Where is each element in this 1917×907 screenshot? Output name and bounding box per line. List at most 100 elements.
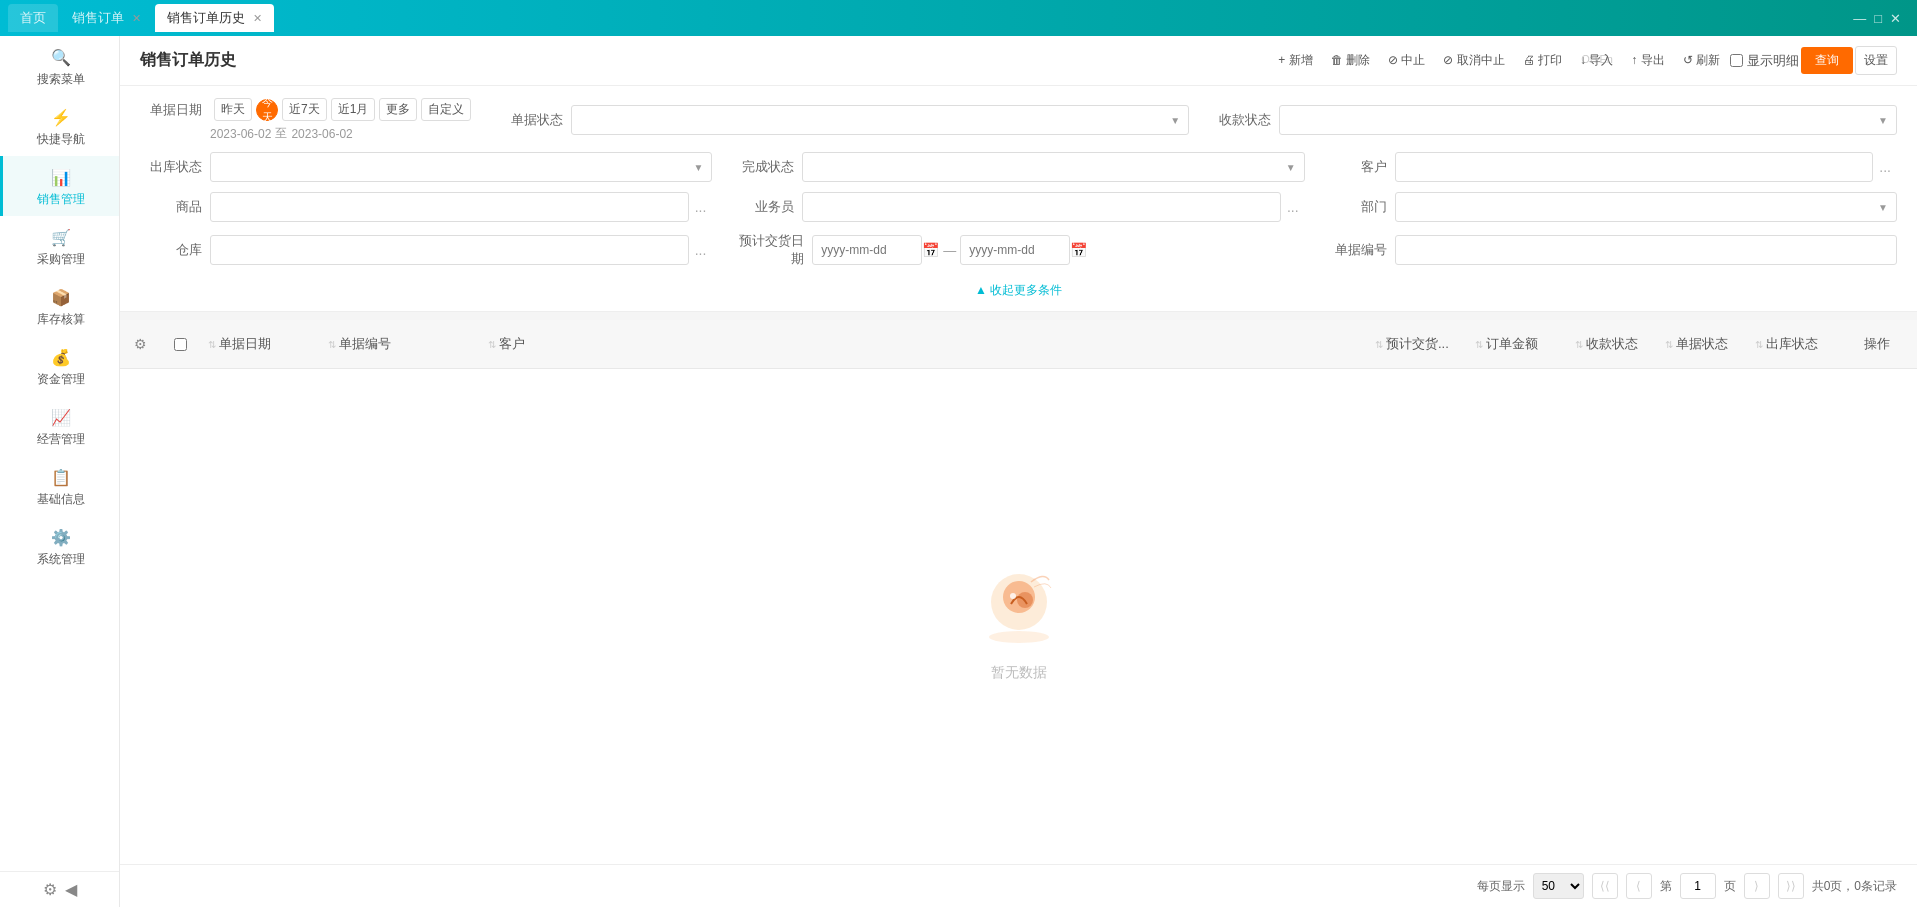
- table-settings-icon[interactable]: ⚙: [128, 328, 152, 360]
- tab-sales-order-close[interactable]: ✕: [132, 12, 141, 25]
- salesperson-dots-btn[interactable]: ...: [1281, 199, 1305, 215]
- warehouse-dots-btn[interactable]: ...: [689, 242, 713, 258]
- product-dots-btn[interactable]: ...: [689, 199, 713, 215]
- show-detail-label: 显示明细: [1747, 52, 1799, 70]
- import-button[interactable]: ↓ 导入: [1572, 47, 1621, 74]
- inventory-icon: 📦: [51, 288, 71, 307]
- tab-sales-order-history-close[interactable]: ✕: [253, 12, 262, 25]
- order-no-input[interactable]: [1395, 235, 1897, 265]
- delivery-date-to[interactable]: [960, 235, 1070, 265]
- payment-status-select[interactable]: ▼: [1279, 105, 1897, 135]
- page-number-input[interactable]: [1680, 873, 1716, 899]
- th-order-no: ⇅ 单据编号: [320, 335, 480, 353]
- department-select[interactable]: ▼: [1395, 192, 1897, 222]
- th-date: ⇅ 单据日期: [200, 335, 320, 353]
- delivery-date-from-calendar-icon[interactable]: 📅: [922, 242, 939, 258]
- sort-orderstatus-icon[interactable]: ⇅: [1665, 339, 1673, 350]
- minimize-btn[interactable]: —: [1853, 11, 1866, 26]
- collapse-btn[interactable]: ▲ 收起更多条件: [975, 282, 1062, 299]
- sidebar-item-finance[interactable]: 💰 资金管理: [0, 336, 119, 396]
- sidebar-item-quick-nav[interactable]: ⚡ 快捷导航: [0, 96, 119, 156]
- sort-date-icon[interactable]: ⇅: [208, 339, 216, 350]
- payment-status-arrow-icon: ▼: [1878, 115, 1888, 126]
- complete-status-select[interactable]: ▼: [802, 152, 1304, 182]
- warehouse-input[interactable]: [210, 235, 689, 265]
- warehouse-status-select[interactable]: ▼: [210, 152, 712, 182]
- export-button[interactable]: ↑ 导出: [1623, 47, 1672, 74]
- date-quick-btns: 昨天 今天 近7天 近1月 更多 自定义: [214, 98, 471, 121]
- maximize-btn[interactable]: □: [1874, 11, 1882, 26]
- th-payment: ⇅ 收款状态: [1567, 335, 1657, 353]
- refresh-button[interactable]: ↺ 刷新: [1675, 47, 1728, 74]
- delivery-date-from[interactable]: [812, 235, 922, 265]
- sidebar-item-sales[interactable]: 📊 销售管理: [0, 156, 119, 216]
- department-label: 部门: [1325, 198, 1395, 216]
- close-btn[interactable]: ✕: [1890, 11, 1901, 26]
- table-area: ⚙ ⇅ 单据日期 ⇅ 单据编号 ⇅ 客户 ⇅: [120, 320, 1917, 864]
- sort-warehousestatus-icon[interactable]: ⇅: [1755, 339, 1763, 350]
- sidebar-item-base[interactable]: 📋 基础信息: [0, 456, 119, 516]
- date-filter-group: 单据日期 昨天 今天 近7天 近1月 更多 自定义 2023-06-02 至: [140, 98, 471, 142]
- th-settings[interactable]: ⚙: [120, 328, 160, 360]
- yesterday-btn[interactable]: 昨天: [214, 98, 252, 121]
- sidebar-item-base-label: 基础信息: [37, 491, 85, 508]
- tab-sales-order-history[interactable]: 销售订单历史 ✕: [155, 4, 274, 32]
- sort-amount-icon[interactable]: ⇅: [1475, 339, 1483, 350]
- today-btn[interactable]: 今天: [256, 99, 278, 121]
- customer-label: 客户: [1325, 158, 1395, 176]
- sidebar-collapse-btn[interactable]: ◀: [65, 880, 77, 899]
- sort-payment-icon[interactable]: ⇅: [1575, 339, 1583, 350]
- customer-dots-btn[interactable]: ...: [1873, 159, 1897, 175]
- department-arrow-icon: ▼: [1878, 202, 1888, 213]
- sidebar-item-inventory[interactable]: 📦 库存核算: [0, 276, 119, 336]
- query-button[interactable]: 查询: [1801, 47, 1853, 74]
- sidebar-item-operations-label: 经营管理: [37, 431, 85, 448]
- delete-button[interactable]: 🗑 删除: [1323, 47, 1378, 74]
- 7days-btn[interactable]: 近7天: [282, 98, 327, 121]
- sidebar-item-system[interactable]: ⚙️ 系统管理: [0, 516, 119, 576]
- stop-button[interactable]: ⊘ 中止: [1380, 47, 1433, 74]
- more-btn[interactable]: 更多: [379, 98, 417, 121]
- sort-customer-icon[interactable]: ⇅: [488, 339, 496, 350]
- empty-state: 暂无数据: [120, 369, 1917, 864]
- th-checkbox[interactable]: [160, 338, 200, 351]
- 1month-btn[interactable]: 近1月: [331, 98, 376, 121]
- first-page-btn[interactable]: ⟨⟨: [1592, 873, 1618, 899]
- delivery-date-group: 预计交货日期 📅 — 📅: [732, 232, 1304, 268]
- page-size-select[interactable]: 50 10 20 100: [1533, 873, 1584, 899]
- cancel-stop-button[interactable]: ⊘ 取消中止: [1435, 47, 1512, 74]
- pagination-bar: 每页显示 50 10 20 100 ⟨⟨ ⟨ 第 页 ⟩ ⟩⟩ 共0页，0条记录: [120, 864, 1917, 907]
- product-input[interactable]: [210, 192, 689, 222]
- custom-btn[interactable]: 自定义: [421, 98, 471, 121]
- customer-input[interactable]: [1395, 152, 1874, 182]
- select-all-checkbox[interactable]: [174, 338, 187, 351]
- sidebar-item-sales-label: 销售管理: [37, 191, 85, 208]
- th-order-status-label: 单据状态: [1676, 335, 1728, 353]
- tab-home[interactable]: 首页: [8, 4, 58, 32]
- tab-home-label: 首页: [20, 9, 46, 27]
- show-detail-checkbox-label[interactable]: 显示明细: [1730, 52, 1799, 70]
- finance-icon: 💰: [51, 348, 71, 367]
- salesperson-input[interactable]: [802, 192, 1281, 222]
- next-page-btn[interactable]: ⟩: [1744, 873, 1770, 899]
- new-button[interactable]: + 新增: [1270, 47, 1320, 74]
- sort-delivery-icon[interactable]: ⇅: [1375, 339, 1383, 350]
- show-detail-checkbox[interactable]: [1730, 54, 1743, 67]
- order-status-select[interactable]: ▼: [571, 105, 1189, 135]
- sidebar-item-search[interactable]: 🔍 搜索菜单: [0, 36, 119, 96]
- print-button[interactable]: 🖨 打印: [1515, 47, 1570, 74]
- sidebar-item-purchase[interactable]: 🛒 采购管理: [0, 216, 119, 276]
- sidebar-settings-btn[interactable]: ⚙: [43, 880, 57, 899]
- th-delivery: ⇅ 预计交货...: [1367, 335, 1467, 353]
- settings-button[interactable]: 设置: [1855, 46, 1897, 75]
- date-range-dash: 至: [275, 125, 287, 142]
- sort-orderno-icon[interactable]: ⇅: [328, 339, 336, 350]
- tab-sales-order[interactable]: 销售订单 ✕: [60, 4, 153, 32]
- delivery-date-to-calendar-icon[interactable]: 📅: [1070, 242, 1087, 258]
- sidebar-item-operations[interactable]: 📈 经营管理: [0, 396, 119, 456]
- last-page-btn[interactable]: ⟩⟩: [1778, 873, 1804, 899]
- order-no-label: 单据编号: [1325, 241, 1395, 259]
- customer-group: 客户 ...: [1325, 152, 1897, 182]
- sidebar-item-finance-label: 资金管理: [37, 371, 85, 388]
- prev-page-btn[interactable]: ⟨: [1626, 873, 1652, 899]
